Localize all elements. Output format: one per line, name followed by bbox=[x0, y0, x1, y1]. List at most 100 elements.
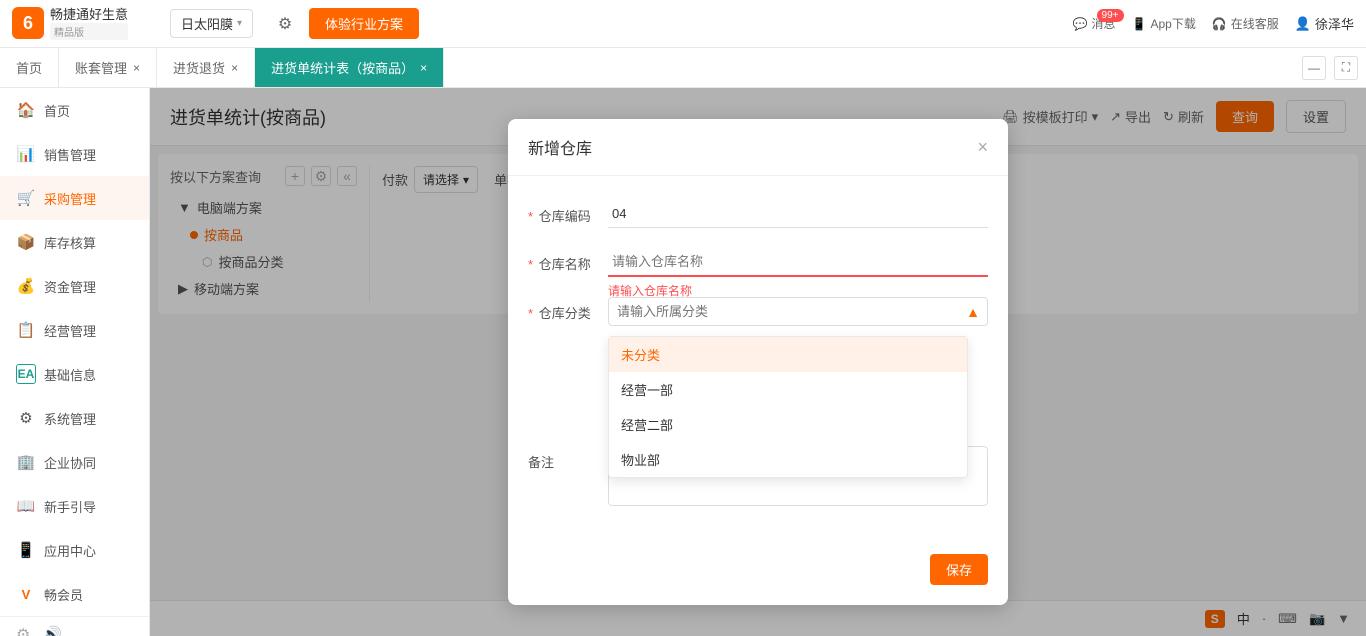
save-button[interactable]: 保存 bbox=[930, 554, 988, 585]
app-download-item[interactable]: 📱 App下载 bbox=[1132, 15, 1196, 32]
sidebar-bottom: ⚙ 🔊 bbox=[0, 616, 149, 636]
tab-purchase-return[interactable]: 进货退货 × bbox=[157, 48, 255, 88]
sidebar-item-vip[interactable]: V 畅会员 bbox=[0, 572, 149, 616]
topbar-middle: ⚙ 体验行业方案 bbox=[269, 8, 419, 40]
message-item[interactable]: 💬 消息 99+ bbox=[1073, 15, 1116, 32]
dropdown-arrow-icon[interactable]: ▲ bbox=[966, 304, 980, 320]
sidebar-item-system-label: 系统管理 bbox=[44, 409, 96, 428]
store-name: 日太阳膜 bbox=[181, 14, 233, 33]
dropdown-option-unclassified[interactable]: 未分类 bbox=[609, 337, 967, 372]
tab-controls: — ⛶ bbox=[1302, 56, 1366, 80]
content-area: 进货单统计(按商品) 🖨 按模板打印 ▾ ↗ 导出 ↻ 刷新 bbox=[150, 88, 1366, 636]
warehouse-name-label: * 仓库名称 bbox=[528, 248, 608, 273]
settings-icon[interactable]: ⚙ bbox=[269, 8, 301, 40]
sidebar-item-sales[interactable]: 📊 销售管理 bbox=[0, 132, 149, 176]
warehouse-name-wrap bbox=[608, 248, 988, 277]
app-download-label: App下载 bbox=[1150, 15, 1195, 32]
sidebar-item-sales-label: 销售管理 bbox=[44, 145, 96, 164]
sidebar-item-purchase[interactable]: 🛒 采购管理 bbox=[0, 176, 149, 220]
topbar-right: 💬 消息 99+ 📱 App下载 🎧 在线客服 👤 徐泽华 bbox=[1073, 14, 1354, 33]
sidebar-item-enterprise[interactable]: 🏢 企业协同 bbox=[0, 440, 149, 484]
logo-icon: 6 bbox=[12, 7, 44, 39]
enterprise-icon: 🏢 bbox=[16, 452, 36, 472]
online-service-item[interactable]: 🎧 在线客服 bbox=[1212, 15, 1279, 32]
modal-body: * 仓库编码 * 仓库名称 bbox=[508, 176, 1008, 542]
user-area[interactable]: 👤 徐泽华 bbox=[1295, 14, 1354, 33]
sidebar-sound-icon[interactable]: 🔊 bbox=[42, 625, 62, 636]
app-center-icon: 📱 bbox=[16, 540, 36, 560]
topbar: 6 畅捷通好生意 精品版 日太阳膜 ▾ ⚙ 体验行业方案 💬 消息 99+ 📱 … bbox=[0, 0, 1366, 48]
sidebar: 🏠 首页 📊 销售管理 🛒 采购管理 📦 库存核算 💰 资金管理 📋 经营管理 … bbox=[0, 88, 150, 636]
tab-purchase-return-close[interactable]: × bbox=[231, 61, 238, 75]
modal-close-btn[interactable]: × bbox=[977, 137, 988, 158]
message-badge: 99+ bbox=[1097, 9, 1124, 22]
message-icon: 💬 bbox=[1073, 17, 1088, 31]
username: 徐泽华 bbox=[1315, 14, 1354, 33]
sidebar-item-enterprise-label: 企业协同 bbox=[44, 453, 96, 472]
basic-info-icon: EA bbox=[16, 364, 36, 384]
tab-accounts-close[interactable]: × bbox=[133, 61, 140, 75]
purchase-icon: 🛒 bbox=[16, 188, 36, 208]
dropdown-option-dept1[interactable]: 经营一部 bbox=[609, 372, 967, 407]
sidebar-item-home[interactable]: 🏠 首页 bbox=[0, 88, 149, 132]
tab-accounts[interactable]: 账套管理 × bbox=[59, 48, 157, 88]
store-selector[interactable]: 日太阳膜 ▾ bbox=[170, 9, 253, 38]
warehouse-class-dropdown-wrap: ▲ bbox=[608, 297, 988, 326]
sidebar-item-operations[interactable]: 📋 经营管理 bbox=[0, 308, 149, 352]
warehouse-code-input[interactable] bbox=[608, 200, 988, 228]
store-arrow-icon: ▾ bbox=[237, 18, 242, 29]
modal-header: 新增仓库 × bbox=[508, 119, 1008, 176]
tab-purchase-return-label: 进货退货 bbox=[173, 58, 225, 77]
warehouse-name-input[interactable] bbox=[608, 248, 988, 277]
sidebar-item-basic-info[interactable]: EA 基础信息 bbox=[0, 352, 149, 396]
operations-icon: 📋 bbox=[16, 320, 36, 340]
sidebar-item-newbie[interactable]: 📖 新手引导 bbox=[0, 484, 149, 528]
sales-icon: 📊 bbox=[16, 144, 36, 164]
sidebar-item-finance-label: 资金管理 bbox=[44, 277, 96, 296]
app-name: 畅捷通好生意 bbox=[50, 7, 128, 24]
mobile-icon: 📱 bbox=[1132, 17, 1147, 31]
dropdown-option-property[interactable]: 物业部 bbox=[609, 442, 967, 477]
system-icon: ⚙ bbox=[16, 408, 36, 428]
sidebar-item-home-label: 首页 bbox=[44, 101, 70, 120]
logo-area: 6 畅捷通好生意 精品版 bbox=[12, 7, 162, 41]
sidebar-item-inventory[interactable]: 📦 库存核算 bbox=[0, 220, 149, 264]
tab-home-label: 首页 bbox=[16, 58, 42, 77]
warehouse-code-item: * 仓库编码 bbox=[528, 200, 988, 228]
sidebar-item-finance[interactable]: 💰 资金管理 bbox=[0, 264, 149, 308]
tabbar: 首页 账套管理 × 进货退货 × 进货单统计表（按商品） × — ⛶ bbox=[0, 48, 1366, 88]
tab-minimize-btn[interactable]: — bbox=[1302, 56, 1326, 80]
sidebar-item-newbie-label: 新手引导 bbox=[44, 497, 96, 516]
trial-button[interactable]: 体验行业方案 bbox=[309, 8, 419, 39]
home-icon: 🏠 bbox=[16, 100, 36, 120]
tab-home[interactable]: 首页 bbox=[0, 48, 59, 88]
warehouse-class-label: * 仓库分类 bbox=[528, 297, 608, 322]
warehouse-name-item: * 仓库名称 请输入仓库名称 bbox=[528, 248, 988, 277]
sidebar-item-app-center-label: 应用中心 bbox=[44, 541, 96, 560]
main-layout: 🏠 首页 📊 销售管理 🛒 采购管理 📦 库存核算 💰 资金管理 📋 经营管理 … bbox=[0, 88, 1366, 636]
modal-new-warehouse: 新增仓库 × * 仓库编码 bbox=[508, 119, 1008, 605]
dropdown-option-dept2[interactable]: 经营二部 bbox=[609, 407, 967, 442]
newbie-icon: 📖 bbox=[16, 496, 36, 516]
modal-overlay: 新增仓库 × * 仓库编码 bbox=[150, 88, 1366, 636]
sidebar-settings-icon[interactable]: ⚙ bbox=[16, 625, 30, 636]
headset-icon: 🎧 bbox=[1212, 17, 1227, 31]
tab-purchase-stats-close[interactable]: × bbox=[420, 61, 427, 75]
sidebar-item-vip-label: 畅会员 bbox=[44, 585, 83, 604]
warehouse-code-wrap bbox=[608, 200, 988, 228]
sidebar-item-basic-info-label: 基础信息 bbox=[44, 365, 96, 384]
tab-purchase-stats[interactable]: 进货单统计表（按商品） × bbox=[255, 48, 444, 88]
online-service-label: 在线客服 bbox=[1231, 15, 1279, 32]
tab-accounts-label: 账套管理 bbox=[75, 58, 127, 77]
user-avatar-icon: 👤 bbox=[1295, 16, 1311, 32]
warehouse-class-input[interactable] bbox=[608, 297, 988, 326]
sidebar-item-system[interactable]: ⚙ 系统管理 bbox=[0, 396, 149, 440]
notes-label: 备注 bbox=[528, 446, 608, 471]
modal-footer: 保存 bbox=[508, 542, 1008, 605]
vip-icon: V bbox=[16, 584, 36, 604]
tab-purchase-stats-label: 进货单统计表（按商品） bbox=[271, 58, 414, 77]
sidebar-item-app-center[interactable]: 📱 应用中心 bbox=[0, 528, 149, 572]
tab-expand-btn[interactable]: ⛶ bbox=[1334, 56, 1358, 80]
warehouse-code-label: * 仓库编码 bbox=[528, 200, 608, 225]
sidebar-item-purchase-label: 采购管理 bbox=[44, 189, 96, 208]
